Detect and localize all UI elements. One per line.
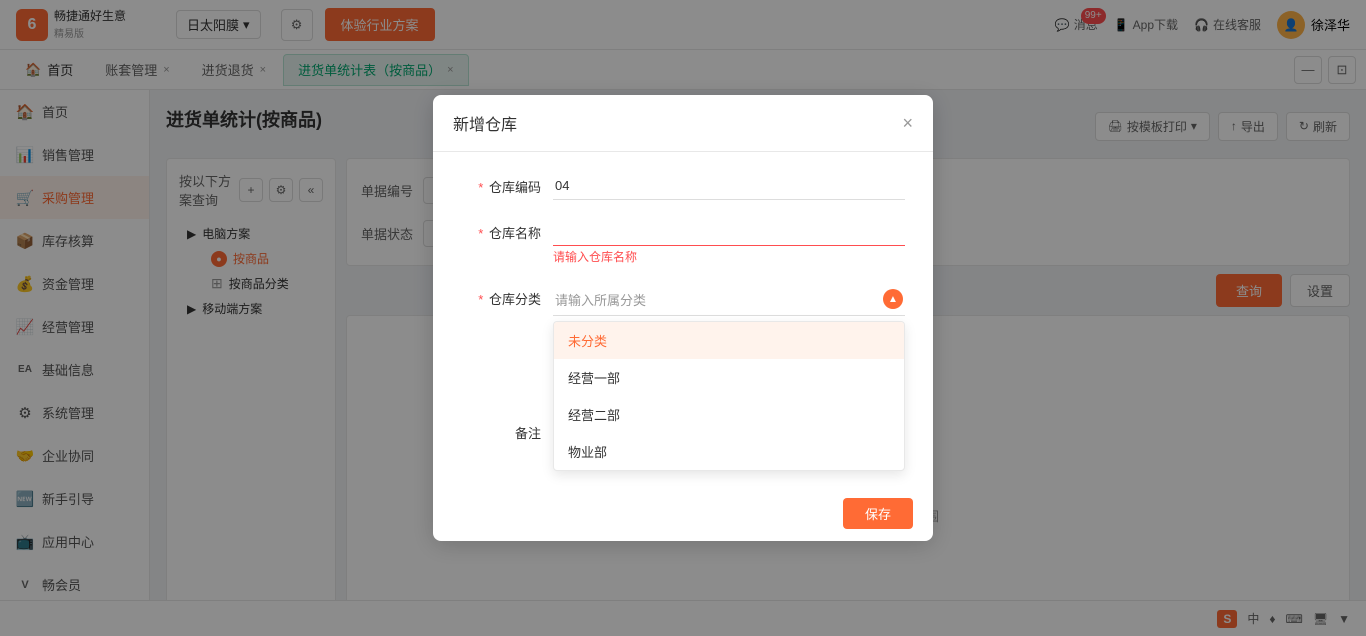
category-label: * 仓库分类	[461, 283, 541, 308]
name-error-msg: 请输入仓库名称	[553, 250, 637, 264]
dropdown-item-ops2[interactable]: 经营二部	[554, 396, 904, 433]
dropdown-item-uncategorized[interactable]: 未分类	[554, 322, 904, 359]
modal-close-button[interactable]: ×	[902, 113, 913, 134]
code-label: * 仓库编码	[461, 177, 541, 196]
category-dropdown-menu: 未分类 经营一部 经营二部 物业部	[553, 321, 905, 471]
category-dropdown-wrap: 请输入所属分类 ▲ 未分类 经营一部 经营二部 物业部	[553, 283, 905, 316]
modal-header: 新增仓库 ×	[433, 95, 933, 152]
save-button[interactable]: 保存	[843, 498, 913, 529]
category-field-row: * 仓库分类 请输入所属分类 ▲ 未分类 经营一部 经营二部 物业部	[461, 283, 905, 316]
dropdown-item-property[interactable]: 物业部	[554, 433, 904, 470]
name-field-row: * 仓库名称 请输入仓库名称	[461, 218, 905, 265]
code-input[interactable]	[553, 172, 905, 200]
dropdown-item-ops1[interactable]: 经营一部	[554, 359, 904, 396]
notes-label: 备注	[461, 423, 541, 442]
name-label: * 仓库名称	[461, 223, 541, 242]
modal-body: * 仓库编码 * 仓库名称 请输入仓库名称	[433, 152, 933, 486]
new-warehouse-modal: 新增仓库 × * 仓库编码 * 仓库名称	[433, 95, 933, 541]
category-placeholder: 请输入所属分类	[555, 290, 646, 309]
code-field-row: * 仓库编码	[461, 172, 905, 200]
category-dropdown-toggle[interactable]: 请输入所属分类 ▲	[553, 283, 905, 316]
name-input[interactable]	[553, 218, 905, 246]
modal-overlay: 新增仓库 × * 仓库编码 * 仓库名称	[0, 0, 1366, 636]
dropdown-arrow-icon: ▲	[883, 289, 903, 309]
modal-title: 新增仓库	[453, 111, 517, 135]
modal-footer: 保存	[433, 486, 933, 541]
